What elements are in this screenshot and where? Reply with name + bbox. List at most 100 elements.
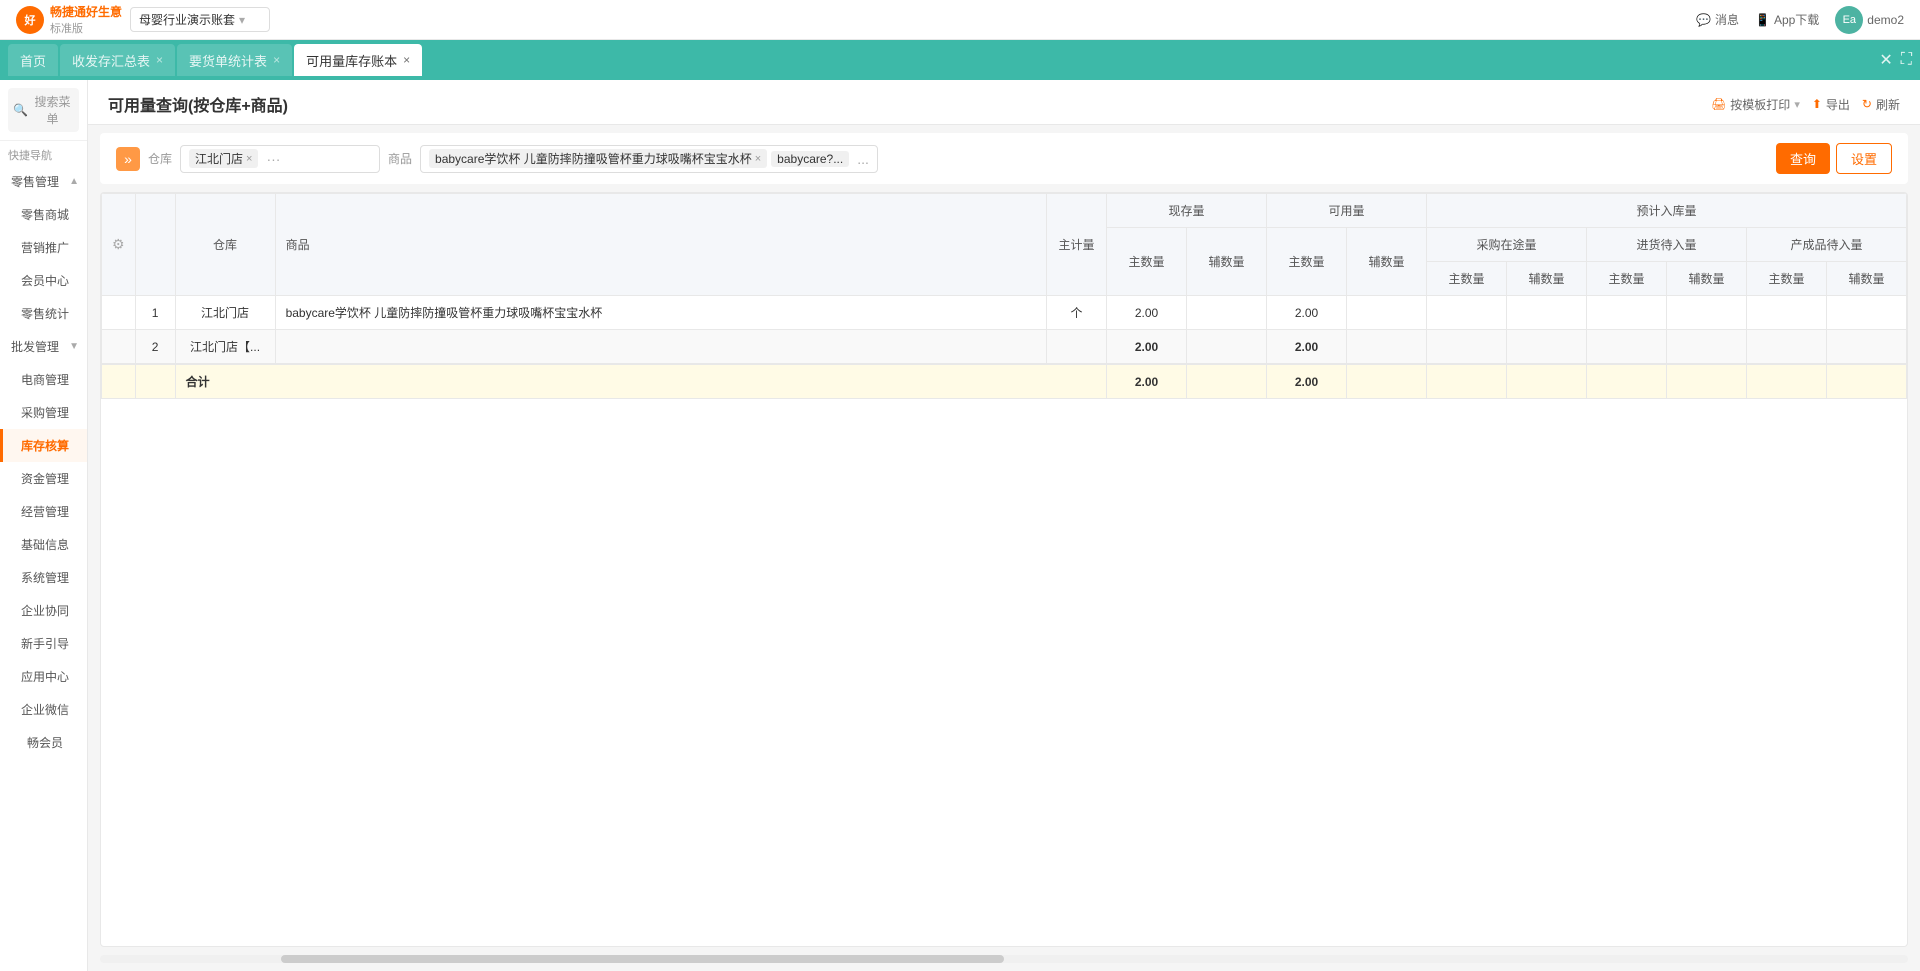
sidebar-item-ecommerce[interactable]: 电商管理 — [0, 363, 87, 396]
row2-stock-aux — [1187, 330, 1267, 365]
sidebar-item-retail-mgmt[interactable]: 零售管理 ▲ — [0, 165, 87, 198]
sidebar-item-app-center[interactable]: 应用中心 — [0, 660, 87, 693]
top-bar: 好 畅捷通好生意 标准版 母婴行业演示账套 ▾ 💬 消息 📱 App下载 Ea … — [0, 0, 1920, 40]
row2-product-main — [1747, 330, 1827, 365]
product-label: 商品 — [388, 150, 412, 167]
sidebar-item-enterprise[interactable]: 企业协同 — [0, 594, 87, 627]
logo-area: 好 畅捷通好生意 标准版 — [16, 3, 122, 36]
sidebar-item-purchase[interactable]: 采购管理 — [0, 396, 87, 429]
th-goods-aux: 辅数量 — [1667, 262, 1747, 296]
top-bar-left: 好 畅捷通好生意 标准版 母婴行业演示账套 ▾ — [16, 3, 270, 36]
row2-purchase-main — [1427, 330, 1507, 365]
th-purchase-main: 主数量 — [1427, 262, 1507, 296]
summary-goods-aux — [1667, 364, 1747, 399]
filter-actions: 查询 设置 — [1776, 143, 1892, 174]
warehouse-more-icon[interactable]: ··· — [266, 151, 280, 167]
sidebar-item-basics[interactable]: 基础信息 — [0, 528, 87, 561]
tab-close-order-stats[interactable]: × — [273, 53, 280, 67]
th-product-in-label: 产成品待入量 — [1747, 228, 1907, 262]
row1-stock-main: 2.00 — [1107, 296, 1187, 330]
product-filter-input[interactable]: babycare学饮杯 儿童防摔防撞吸管杯重力球吸嘴杯宝宝水杯 × babyca… — [420, 145, 878, 173]
tab-order-stats[interactable]: 要货单统计表 × — [177, 44, 292, 76]
table-settings-icon[interactable]: ⚙ — [112, 236, 125, 252]
sidebar-item-finance[interactable]: 资金管理 — [0, 462, 87, 495]
maximize-icon[interactable]: ⛶ — [1901, 51, 1912, 69]
tab-available-stock[interactable]: 可用量库存账本 × — [294, 44, 422, 76]
summary-purchase-main — [1427, 364, 1507, 399]
th-available-main: 主数量 — [1267, 228, 1347, 296]
row2-warehouse: 江北门店【... — [175, 330, 275, 365]
th-goods-main: 主数量 — [1587, 262, 1667, 296]
row1-stock-aux — [1187, 296, 1267, 330]
sidebar-item-enterprise-wechat[interactable]: 企业微信 — [0, 693, 87, 726]
tab-close-income-expense[interactable]: × — [156, 53, 163, 67]
sidebar-item-wholesale-mgmt[interactable]: 批发管理 ▼ — [0, 330, 87, 363]
summary-row: 合计 2.00 2.00 — [102, 364, 1907, 399]
th-stock-main: 主数量 — [1107, 228, 1187, 296]
expand-filter-btn[interactable]: » — [116, 147, 140, 171]
summary-available-aux — [1347, 364, 1427, 399]
message-icon: 💬 — [1696, 13, 1711, 27]
row2-goods-main — [1587, 330, 1667, 365]
th-product: 商品 — [275, 194, 1046, 296]
product-tag-2: babycare?... — [771, 151, 849, 167]
row1-goods-main — [1587, 296, 1667, 330]
row1-unit: 个 — [1047, 296, 1107, 330]
data-table: ⚙ 仓库 商品 主计量 现存量 可用量 预计入库量 主数量 辅数量 主数量 — [101, 193, 1907, 399]
query-btn[interactable]: 查询 — [1776, 143, 1830, 174]
tab-bar-right: ✕ ⛶ — [1879, 50, 1912, 70]
product-more-icon[interactable]: ... — [857, 151, 869, 167]
th-stock-group: 现存量 — [1107, 194, 1267, 228]
sidebar-item-member-center[interactable]: 会员中心 — [0, 264, 87, 297]
scrollbar-thumb — [281, 955, 1004, 963]
sidebar-item-system[interactable]: 系统管理 — [0, 561, 87, 594]
page-header: 可用量查询(按仓库+商品) 🖨 按模板打印 ▾ ⬆ 导出 ↻ 刷新 — [88, 80, 1920, 125]
close-window-icon[interactable]: ✕ — [1879, 50, 1892, 70]
top-bar-right: 💬 消息 📱 App下载 Ea demo2 — [1696, 6, 1904, 34]
th-purchase-aux: 辅数量 — [1507, 262, 1587, 296]
summary-product-aux — [1827, 364, 1907, 399]
export-btn[interactable]: ⬆ 导出 — [1812, 96, 1850, 113]
horizontal-scrollbar[interactable] — [100, 955, 1908, 963]
th-purchase-in-label: 采购在途量 — [1427, 228, 1587, 262]
tab-close-available-stock[interactable]: × — [403, 53, 410, 67]
sidebar-item-inventory[interactable]: 库存核算 — [0, 429, 87, 462]
row1-available-aux — [1347, 296, 1427, 330]
tab-income-expense[interactable]: 收发存汇总表 × — [60, 44, 175, 76]
product-tag-1-close[interactable]: × — [755, 153, 761, 165]
sidebar-search-btn[interactable]: 🔍 搜索菜单 — [8, 88, 79, 132]
row2-product — [275, 330, 1046, 365]
summary-label: 合计 — [175, 364, 1106, 399]
settings-btn[interactable]: 设置 — [1836, 143, 1892, 174]
sidebar-item-business[interactable]: 经营管理 — [0, 495, 87, 528]
print-icon: 🖨 — [1711, 97, 1726, 111]
th-stock-aux: 辅数量 — [1187, 228, 1267, 296]
quick-nav-label: 快捷导航 — [0, 141, 87, 165]
sidebar-item-vip-member[interactable]: 畅会员 — [0, 726, 87, 759]
sidebar-item-retail-store[interactable]: 零售商城 — [0, 198, 87, 231]
row2-goods-aux — [1667, 330, 1747, 365]
summary-available-main: 2.00 — [1267, 364, 1347, 399]
warehouse-tag-close[interactable]: × — [246, 153, 252, 165]
row2-product-aux — [1827, 330, 1907, 365]
user-area[interactable]: Ea demo2 — [1835, 6, 1904, 34]
row1-product-aux — [1827, 296, 1907, 330]
app-download-btn[interactable]: 📱 App下载 — [1755, 11, 1819, 28]
summary-goods-main — [1587, 364, 1667, 399]
message-btn[interactable]: 💬 消息 — [1696, 11, 1739, 28]
tab-home[interactable]: 首页 — [8, 44, 58, 76]
chevron-icon: ▲ — [69, 176, 79, 187]
tenant-selector[interactable]: 母婴行业演示账套 ▾ — [130, 7, 270, 32]
print-btn[interactable]: 🖨 按模板打印 ▾ — [1711, 96, 1800, 113]
refresh-btn[interactable]: ↻ 刷新 — [1862, 96, 1900, 113]
sidebar-item-marketing[interactable]: 营销推广 — [0, 231, 87, 264]
sidebar-item-newbie[interactable]: 新手引导 — [0, 627, 87, 660]
row2-available-aux — [1347, 330, 1427, 365]
row1-settings — [102, 296, 136, 330]
chevron-icon: ▼ — [69, 341, 79, 352]
sidebar-item-retail-stats[interactable]: 零售统计 — [0, 297, 87, 330]
warehouse-filter-input[interactable]: 江北门店 × ··· — [180, 145, 380, 173]
warehouse-tag: 江北门店 × — [189, 149, 258, 168]
row1-product: babycare学饮杯 儿童防摔防撞吸管杯重力球吸嘴杯宝宝水杯 — [275, 296, 1046, 330]
sidebar: 🔍 搜索菜单 快捷导航 零售管理 ▲ 零售商城 营销推广 会员中心 零售统计 批… — [0, 80, 88, 971]
